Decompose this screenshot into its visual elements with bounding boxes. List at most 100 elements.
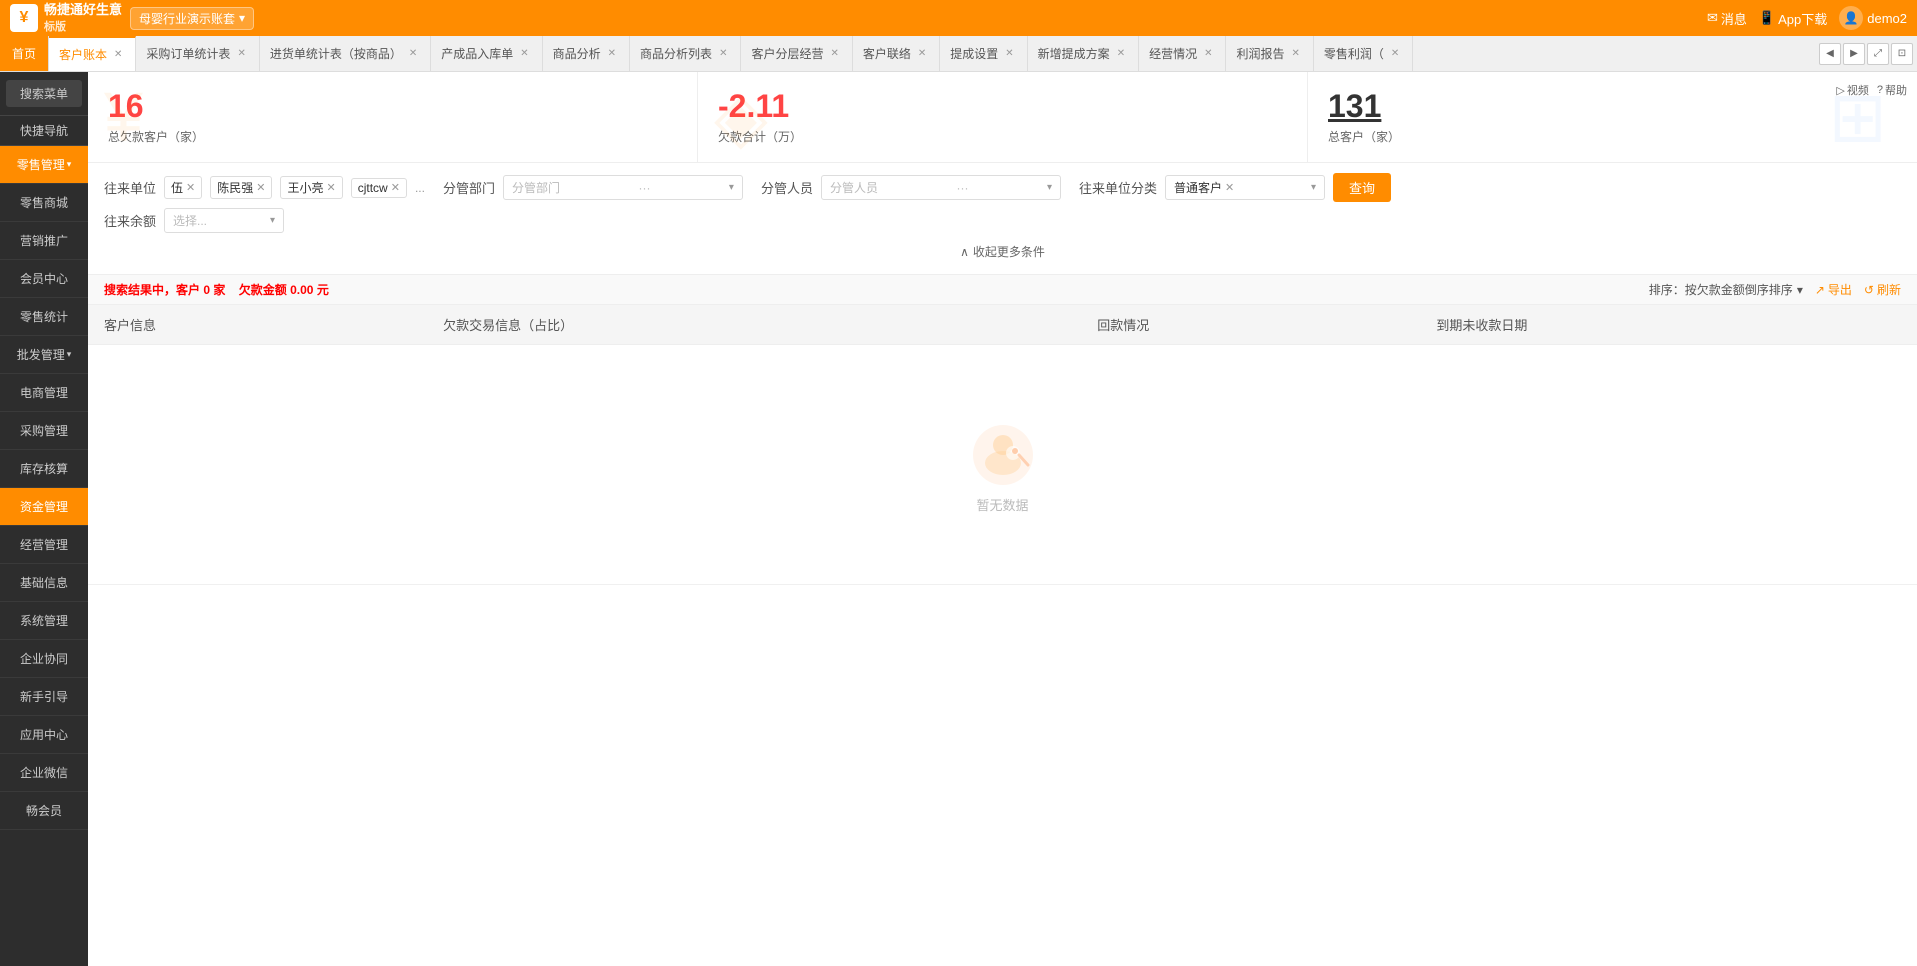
sidebar-item-operations-mgmt[interactable]: 经营管理 (0, 526, 88, 564)
close-icon[interactable]: ✕ (605, 47, 619, 60)
sort-label: 排序：按欠款金额倒序排序 (1649, 281, 1793, 298)
tab-commodity-analysis[interactable]: 商品分析 ✕ (543, 36, 630, 71)
tab-inbound-stats[interactable]: 进货单统计表（按商品） ✕ (260, 36, 431, 71)
sidebar-item-label: 采购管理 (20, 424, 68, 438)
tab-commodity-analysis-list[interactable]: 商品分析列表 ✕ (630, 36, 741, 71)
tab-restore-btn[interactable]: ⊡ (1891, 43, 1913, 65)
result-unit: 家 (213, 283, 225, 297)
sidebar-item-retail-mall[interactable]: 零售商城 (0, 184, 88, 222)
tab-home[interactable]: 首页 (0, 36, 49, 71)
table-body: 暂无数据 (88, 345, 1917, 585)
filter-more-tags[interactable]: ... (415, 181, 425, 195)
sidebar-item-member-center[interactable]: 会员中心 (0, 260, 88, 298)
tab-maximize-btn[interactable]: ⤢ (1867, 43, 1889, 65)
tab-bar-end: ◀ ▶ ⤢ ⊡ (1815, 36, 1917, 71)
sidebar-item-enterprise-wechat[interactable]: 企业微信 (0, 754, 88, 792)
tab-profit-report[interactable]: 利润报告 ✕ (1226, 36, 1313, 71)
sidebar-quick-nav[interactable]: 快捷导航 (0, 116, 88, 146)
chevron-down-icon: ▾ (1797, 283, 1803, 297)
close-icon[interactable]: ✕ (234, 47, 248, 60)
logo-icon: ¥ (10, 4, 38, 32)
col-customer-info: 客户信息 (88, 305, 427, 345)
sidebar-item-retail-stats[interactable]: 零售统计 (0, 298, 88, 336)
tab-bar: 首页 客户账本 ✕ 采购订单统计表 ✕ 进货单统计表（按商品） ✕ 产成品入库单… (0, 36, 1917, 72)
tab-retail-profit[interactable]: 零售利润（ ✕ (1314, 36, 1413, 71)
tab-label: 进货单统计表（按商品） (270, 45, 402, 62)
sidebar-search-button[interactable]: 搜索菜单 (6, 80, 82, 107)
close-icon[interactable]: ✕ (827, 47, 841, 60)
close-icon[interactable]: ✕ (1114, 47, 1128, 60)
person-select[interactable]: 分管人员 ··· ▾ (821, 175, 1061, 200)
tab-reminder-settings[interactable]: 提成设置 ✕ (940, 36, 1027, 71)
tab-operations[interactable]: 经营情况 ✕ (1139, 36, 1226, 71)
tab-label: 客户联络 (863, 45, 911, 62)
tag-text: 普通客户 (1174, 179, 1222, 196)
message-btn[interactable]: ✉ 消息 (1707, 9, 1747, 28)
dept-select[interactable]: 分管部门 ··· ▾ (503, 175, 743, 200)
close-icon[interactable]: ✕ (1002, 47, 1016, 60)
stat-card-debt-customers: ¥ 16 总欠款客户（家） (88, 72, 698, 162)
sidebar-item-label: 会员中心 (20, 272, 68, 286)
close-icon[interactable]: ✕ (517, 47, 531, 60)
close-icon[interactable]: ✕ (111, 48, 125, 61)
demo-selector[interactable]: 母婴行业演示账套 ▾ (130, 7, 254, 30)
tab-customer-segmentation[interactable]: 客户分层经营 ✕ (741, 36, 852, 71)
sidebar-item-wholesale-mgmt[interactable]: 批发管理 ▾ (0, 336, 88, 374)
main-layout: 搜索菜单 快捷导航 零售管理 ▾ 零售商城 营销推广 会员中心 零售统计 批发管… (0, 72, 1917, 966)
tab-label: 商品分析 (553, 45, 601, 62)
unit-category-label: 往来单位分类 (1079, 178, 1157, 197)
sort-button[interactable]: 排序：按欠款金额倒序排序 ▾ (1649, 281, 1803, 298)
tab-customer-contact[interactable]: 客户联络 ✕ (853, 36, 940, 71)
sidebar-item-inventory-check[interactable]: 库存核算 (0, 450, 88, 488)
category-tag-normal: 普通客户 ✕ (1174, 179, 1234, 196)
close-icon[interactable]: ✕ (406, 47, 420, 60)
sidebar-item-label: 经营管理 (20, 538, 68, 552)
sidebar-item-marketing[interactable]: 营销推广 (0, 222, 88, 260)
tab-scroll-left-btn[interactable]: ◀ (1819, 43, 1841, 65)
remove-tag-wu[interactable]: ✕ (186, 181, 195, 194)
sidebar-item-capital-mgmt[interactable]: 资金管理 (0, 488, 88, 526)
sidebar-item-label: 零售商城 (20, 196, 68, 210)
close-icon[interactable]: ✕ (1201, 47, 1215, 60)
tab-production-inbound[interactable]: 产成品入库单 ✕ (431, 36, 542, 71)
close-icon[interactable]: ✕ (1289, 47, 1303, 60)
close-icon[interactable]: ✕ (1388, 47, 1402, 60)
sidebar-item-newbie-guide[interactable]: 新手引导 (0, 678, 88, 716)
remove-tag-chen[interactable]: ✕ (256, 181, 265, 194)
tab-label: 采购订单统计表 (146, 45, 230, 62)
close-icon[interactable]: ✕ (915, 47, 929, 60)
tab-purchase-order[interactable]: 采购订单统计表 ✕ (136, 36, 259, 71)
unit-category-select[interactable]: 普通客户 ✕ ▾ (1165, 175, 1325, 200)
help-btn[interactable]: ? 帮助 (1877, 82, 1907, 98)
sidebar-item-app-center[interactable]: 应用中心 (0, 716, 88, 754)
balance-select[interactable]: 选择... ▾ (164, 208, 284, 233)
refresh-button[interactable]: ↺ 刷新 (1864, 281, 1901, 298)
filter-tag-wu: 伍 ✕ (164, 176, 202, 199)
sidebar-item-purchase-mgmt[interactable]: 采购管理 (0, 412, 88, 450)
app-download-btn[interactable]: 📱 App下载 (1759, 9, 1827, 28)
export-button[interactable]: ↗ 导出 (1815, 281, 1852, 298)
sidebar-item-enterprise-collab[interactable]: 企业协同 (0, 640, 88, 678)
sidebar-item-basic-info[interactable]: 基础信息 (0, 564, 88, 602)
sidebar-item-label: 营销推广 (20, 234, 68, 248)
empty-state-cell: 暂无数据 (88, 345, 1917, 585)
col-repayment: 回款情况 (1081, 305, 1420, 345)
close-icon[interactable]: ✕ (716, 47, 730, 60)
sidebar-item-label: 企业协同 (20, 652, 68, 666)
user-avatar[interactable]: 👤 demo2 (1839, 6, 1907, 30)
remove-tag-cjttcw[interactable]: ✕ (391, 181, 400, 194)
user-name: demo2 (1867, 11, 1907, 26)
sidebar-item-ecommerce-mgmt[interactable]: 电商管理 (0, 374, 88, 412)
query-button[interactable]: 查询 (1333, 173, 1391, 202)
sidebar-item-retail-mgmt[interactable]: 零售管理 ▾ (0, 146, 88, 184)
tab-label: 客户分层经营 (751, 45, 823, 62)
remove-tag-normal[interactable]: ✕ (1225, 181, 1234, 194)
sidebar-item-system-mgmt[interactable]: 系统管理 (0, 602, 88, 640)
video-btn[interactable]: ▷ 视频 (1836, 82, 1868, 98)
tab-scroll-right-btn[interactable]: ▶ (1843, 43, 1865, 65)
collapse-btn[interactable]: ∧ 收起更多条件 (952, 239, 1053, 264)
sidebar-item-member-vip[interactable]: 畅会员 (0, 792, 88, 830)
remove-tag-wang[interactable]: ✕ (327, 181, 336, 194)
tab-new-achievement[interactable]: 新增提成方案 ✕ (1028, 36, 1139, 71)
tab-customer-ledger[interactable]: 客户账本 ✕ (49, 36, 136, 71)
